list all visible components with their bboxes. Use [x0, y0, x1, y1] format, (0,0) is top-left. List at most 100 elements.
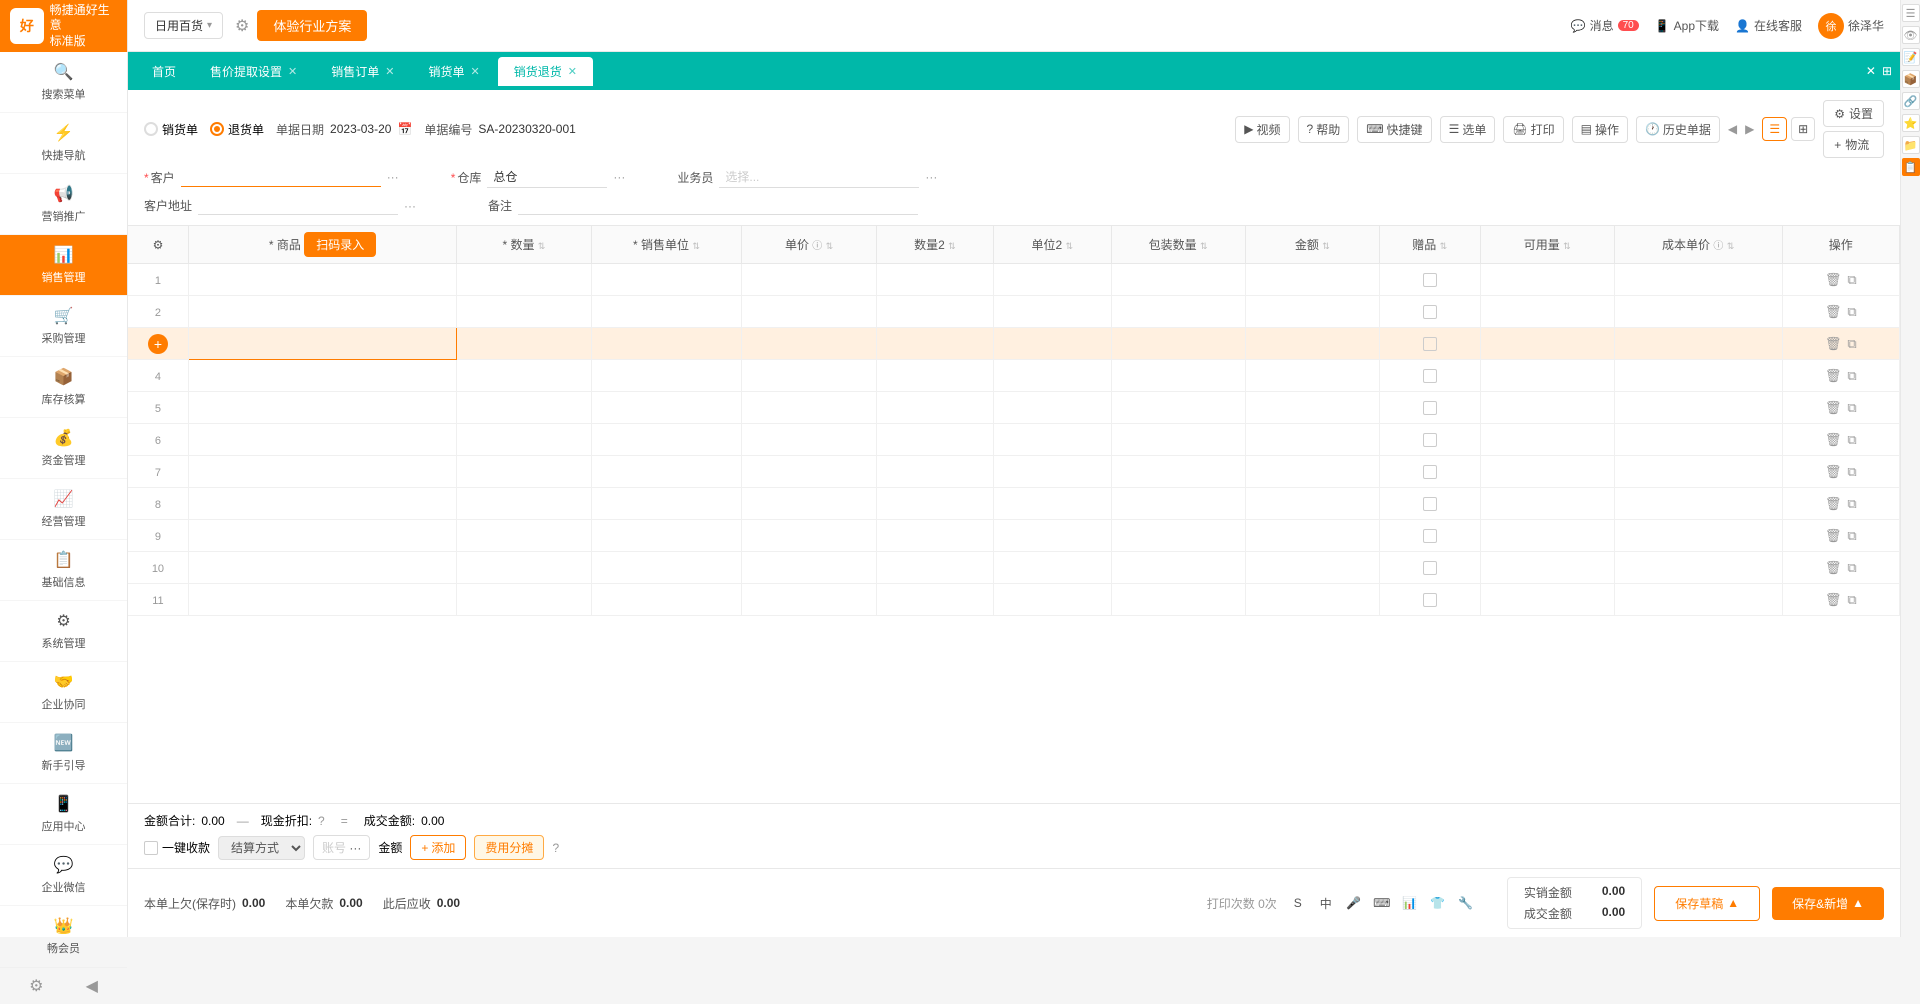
scan-btn[interactable]: 扫码录入: [304, 232, 376, 257]
sidebar-item-purchase[interactable]: 🛒 采购管理: [0, 296, 127, 357]
cost-cell[interactable]: [1614, 392, 1782, 424]
save-new-btn[interactable]: 保存&新增 ▲: [1772, 887, 1884, 920]
qty2-cell[interactable]: [876, 296, 993, 328]
gift-cell[interactable]: [1379, 264, 1480, 296]
customer-dots-icon[interactable]: ···: [387, 170, 399, 184]
copy-icon[interactable]: ⧉: [1847, 304, 1856, 320]
cost-cell[interactable]: [1614, 328, 1782, 360]
unit-cell[interactable]: [591, 584, 742, 616]
nav-prev-icon[interactable]: ◀: [1728, 122, 1737, 136]
unit-cell[interactable]: [591, 424, 742, 456]
available-cell[interactable]: [1480, 552, 1614, 584]
unit2-cell[interactable]: [994, 328, 1111, 360]
tab-sales-order-close[interactable]: ✕: [385, 65, 394, 78]
pack-cell[interactable]: [1111, 360, 1245, 392]
sidebar-item-wechat[interactable]: 💬 企业微信: [0, 845, 127, 906]
price-cell[interactable]: [742, 616, 876, 617]
qty-cell[interactable]: [457, 392, 591, 424]
goods-cell[interactable]: [188, 552, 456, 584]
unit2-cell[interactable]: [994, 296, 1111, 328]
save-draft-btn[interactable]: 保存草稿 ▲: [1654, 886, 1760, 921]
col-header-gift[interactable]: 赠品 ⇅: [1379, 226, 1480, 264]
tab-sales-return[interactable]: 销货退货 ✕: [498, 57, 593, 86]
qty-cell[interactable]: [457, 360, 591, 392]
unit-cell[interactable]: [591, 616, 742, 617]
gift-cell[interactable]: [1379, 616, 1480, 617]
price-cell[interactable]: [742, 328, 876, 360]
gift-checkbox[interactable]: [1423, 433, 1437, 447]
add-row-btn[interactable]: +: [148, 334, 168, 354]
price-cell[interactable]: [742, 520, 876, 552]
qty-cell[interactable]: [457, 264, 591, 296]
sidebar-item-inventory[interactable]: 📦 库存核算: [0, 357, 127, 418]
delete-icon[interactable]: 🗑: [1825, 304, 1842, 320]
qty2-cell[interactable]: [876, 456, 993, 488]
qty-cell[interactable]: [457, 424, 591, 456]
delete-icon[interactable]: 🗑: [1825, 272, 1842, 288]
sidebar-item-sales[interactable]: 📊 销售管理: [0, 235, 127, 296]
available-cell[interactable]: [1480, 616, 1614, 617]
col-header-qty[interactable]: * 数量 ⇅: [457, 226, 591, 264]
amount-cell[interactable]: [1245, 584, 1379, 616]
qty-cell[interactable]: [457, 520, 591, 552]
tab-list-icon[interactable]: ⊞: [1882, 64, 1892, 78]
gift-cell[interactable]: [1379, 392, 1480, 424]
bank-account-select[interactable]: 账号 ···: [313, 835, 370, 860]
taskbar-icon-4[interactable]: ⌨: [1371, 892, 1393, 914]
delete-icon[interactable]: 🗑: [1825, 528, 1842, 544]
available-cell[interactable]: [1480, 424, 1614, 456]
cost-cell[interactable]: [1614, 264, 1782, 296]
right-panel-icon-8[interactable]: 📋: [1902, 158, 1920, 176]
cost-cell[interactable]: [1614, 488, 1782, 520]
price-cell[interactable]: [742, 360, 876, 392]
available-cell[interactable]: [1480, 520, 1614, 552]
goods-cell[interactable]: [188, 264, 456, 296]
warehouse-input[interactable]: 总仓: [487, 166, 607, 188]
calendar-icon[interactable]: 📅: [397, 122, 412, 136]
copy-icon[interactable]: ⧉: [1847, 336, 1856, 352]
taskbar-icon-5[interactable]: 📊: [1399, 892, 1421, 914]
tab-sales-order[interactable]: 销售订单 ✕: [315, 57, 410, 86]
unit-cell[interactable]: [591, 392, 742, 424]
message-btn[interactable]: 💬 消息 70: [1571, 17, 1639, 34]
online-service-btn[interactable]: 👤 在线客服: [1735, 17, 1802, 34]
tab-sales-return-close[interactable]: ✕: [568, 65, 577, 78]
pack-cell[interactable]: [1111, 392, 1245, 424]
copy-icon[interactable]: ⧉: [1847, 496, 1856, 512]
price-cell[interactable]: [742, 488, 876, 520]
col-header-pack[interactable]: 包装数量 ⇅: [1111, 226, 1245, 264]
goods-cell[interactable]: [188, 296, 456, 328]
qty-cell[interactable]: [457, 616, 591, 617]
cost-cell[interactable]: [1614, 584, 1782, 616]
taskbar-icon-2[interactable]: 中: [1315, 892, 1337, 914]
goods-cell[interactable]: [188, 328, 456, 360]
taskbar-icon-7[interactable]: 🔧: [1455, 892, 1477, 914]
dots-icon[interactable]: ···: [349, 841, 361, 855]
amount-cell[interactable]: [1245, 392, 1379, 424]
delete-icon[interactable]: 🗑: [1825, 496, 1842, 512]
card-view-btn[interactable]: ⊞: [1791, 117, 1815, 141]
right-panel-icon-6[interactable]: ⭐: [1902, 114, 1920, 132]
unit-cell[interactable]: [591, 328, 742, 360]
qty2-cell[interactable]: [876, 616, 993, 617]
gift-cell[interactable]: [1379, 424, 1480, 456]
pack-cell[interactable]: [1111, 488, 1245, 520]
qty-cell[interactable]: [457, 328, 591, 360]
col-header-unit2[interactable]: 单位2 ⇅: [994, 226, 1111, 264]
delete-icon[interactable]: 🗑: [1825, 400, 1842, 416]
logistics-btn[interactable]: + 物流: [1823, 131, 1884, 158]
video-btn[interactable]: ▶ 视频: [1235, 116, 1289, 143]
qty-cell[interactable]: [457, 456, 591, 488]
gift-checkbox[interactable]: [1423, 369, 1437, 383]
cost-cell[interactable]: [1614, 616, 1782, 617]
gift-checkbox[interactable]: [1423, 529, 1437, 543]
customer-input[interactable]: [181, 168, 381, 187]
unit-cell[interactable]: [591, 488, 742, 520]
gift-checkbox[interactable]: [1423, 337, 1437, 351]
delete-icon[interactable]: 🗑: [1825, 560, 1842, 576]
col-header-goods[interactable]: * 商品 扫码录入: [188, 226, 456, 264]
note-input[interactable]: [518, 196, 918, 215]
gift-cell[interactable]: [1379, 328, 1480, 360]
gift-cell[interactable]: [1379, 552, 1480, 584]
sidebar-collapse-btn[interactable]: ◀: [86, 976, 98, 996]
